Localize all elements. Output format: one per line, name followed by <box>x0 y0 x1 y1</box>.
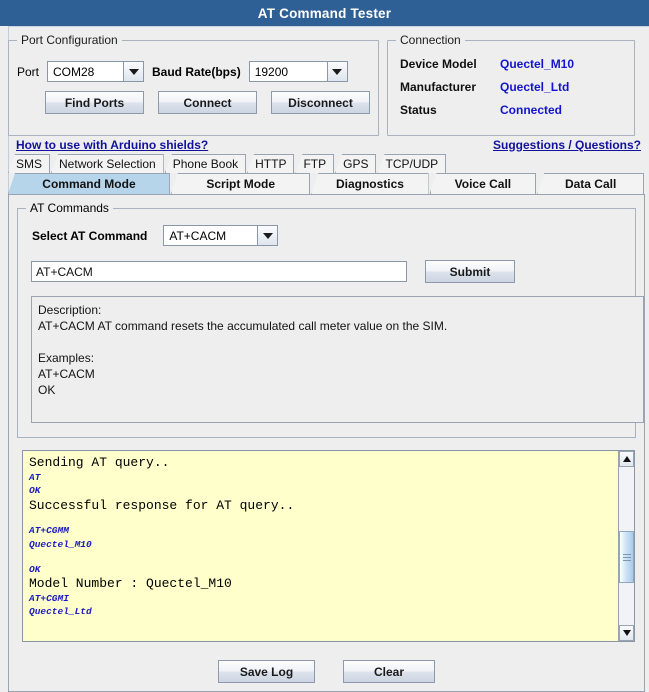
save-log-button[interactable]: Save Log <box>218 660 315 683</box>
log-line: OK <box>29 485 41 497</box>
scroll-up-button[interactable] <box>619 451 634 467</box>
chevron-down-icon <box>332 68 343 75</box>
at-commands-group: AT Commands Select AT Command AT+CACM AT… <box>17 201 644 438</box>
top-area: Port Configuration Port COM28 Baud Rate(… <box>0 27 649 136</box>
port-row: Port COM28 Baud Rate(bps) 19200 <box>17 61 370 82</box>
status-label: Status <box>400 103 437 117</box>
tab-label: TCP/UDP <box>385 157 439 171</box>
log-line: Quectel_Ltd <box>29 606 92 618</box>
baud-rate-select[interactable]: 19200 <box>248 61 348 82</box>
log-line: AT <box>29 471 41 483</box>
port-label: Port <box>17 64 40 79</box>
log-line: OK <box>29 563 41 575</box>
tab-sms[interactable]: SMS <box>8 154 51 173</box>
log-scrollbar[interactable] <box>618 451 634 641</box>
tab-row-primary: Command Mode Script Mode Diagnostics Voice … <box>8 173 645 194</box>
clear-button[interactable]: Clear <box>343 660 435 683</box>
disconnect-button[interactable]: Disconnect <box>271 91 370 114</box>
tab-data-call[interactable]: Data Call <box>537 173 644 194</box>
tab-label: Command Mode <box>42 177 136 191</box>
log-line: Successful response for AT query.. <box>29 497 295 513</box>
connection-panel: Connection Device Model Quectel_M10 Manu… <box>387 33 635 136</box>
find-ports-button[interactable]: Find Ports <box>45 91 144 114</box>
port-buttons-row: Find Ports Connect Disconnect <box>17 91 370 114</box>
log-line: AT+CGMI <box>29 592 69 604</box>
log-line: Model Number : Quectel_M10 <box>29 576 232 592</box>
log-output[interactable]: Sending AT query.. AT OK Successful respons… <box>23 451 618 641</box>
links-row: How to use with Arduino shields? Suggest… <box>0 136 649 153</box>
window-title-bar: AT Command Tester <box>0 0 649 27</box>
log-line: AT+CGMM <box>29 525 69 537</box>
port-select[interactable]: COM28 <box>47 61 145 82</box>
tab-ftp[interactable]: FTP <box>295 154 335 173</box>
device-model-label: Device Model <box>400 57 477 71</box>
tab-label: Script Mode <box>206 177 276 191</box>
footer-buttons: Save Log Clear <box>17 660 636 683</box>
command-input[interactable]: AT+CACM <box>31 261 407 282</box>
at-commands-legend: AT Commands <box>26 201 113 215</box>
port-configuration-panel: Port Configuration Port COM28 Baud Rate(… <box>8 33 379 136</box>
scroll-down-button[interactable] <box>619 625 634 641</box>
log-line: Sending AT query.. <box>29 455 170 470</box>
tab-http[interactable]: HTTP <box>247 154 295 173</box>
tab-label: Voice Call <box>454 177 512 191</box>
tab-label: SMS <box>16 157 43 171</box>
connect-button[interactable]: Connect <box>158 91 257 114</box>
at-command-select-arrow[interactable] <box>257 226 278 245</box>
connection-legend: Connection <box>396 33 465 47</box>
baud-rate-select-arrow[interactable] <box>326 62 347 81</box>
grip-icon <box>622 552 631 563</box>
select-at-command-label: Select AT Command <box>32 228 148 243</box>
arduino-help-link[interactable]: How to use with Arduino shields? <box>16 138 208 153</box>
tabs: SMS Network Selection Phone Book HTTP FTP GPS… <box>0 153 649 194</box>
command-description: Description: AT+CACM AT command resets t… <box>31 296 644 423</box>
manufacturer-label: Manufacturer <box>400 80 477 94</box>
scrollbar-track[interactable] <box>619 467 634 625</box>
tab-tcp-udp[interactable]: TCP/UDP <box>377 154 447 173</box>
chevron-down-icon <box>128 68 139 75</box>
log-panel: Sending AT query.. AT OK Successful respons… <box>22 450 635 642</box>
submit-button[interactable]: Submit <box>425 260 515 283</box>
command-input-row: AT+CACM Submit <box>26 260 627 283</box>
at-command-select-value: AT+CACM <box>164 226 258 245</box>
baud-rate-select-value: 19200 <box>249 62 327 81</box>
tab-gps[interactable]: GPS <box>335 154 377 173</box>
port-select-value: COM28 <box>48 62 124 81</box>
log-line: Quectel_M10 <box>29 538 92 550</box>
tab-label: Diagnostics <box>335 177 404 191</box>
port-select-arrow[interactable] <box>123 62 144 81</box>
tab-label: Data Call <box>564 177 617 191</box>
chevron-down-icon <box>262 232 273 239</box>
tab-voice-call[interactable]: Voice Call <box>429 173 537 194</box>
manufacturer-value: Quectel_Ltd <box>500 80 570 94</box>
tab-label: Phone Book <box>172 157 239 171</box>
port-configuration-legend: Port Configuration <box>17 33 122 47</box>
tab-label: FTP <box>303 157 327 171</box>
tab-label: GPS <box>343 157 369 171</box>
command-mode-panel: AT Commands Select AT Command AT+CACM AT… <box>8 194 645 692</box>
suggestions-link[interactable]: Suggestions / Questions? <box>493 138 641 153</box>
tab-label: HTTP <box>255 157 287 171</box>
tab-phone-book[interactable]: Phone Book <box>164 154 247 173</box>
tab-row-secondary: SMS Network Selection Phone Book HTTP FTP GPS… <box>8 153 645 173</box>
tab-script-mode[interactable]: Script Mode <box>170 173 311 194</box>
tab-diagnostics[interactable]: Diagnostics <box>311 173 429 194</box>
tab-command-mode[interactable]: Command Mode <box>8 173 170 194</box>
scrollbar-thumb[interactable] <box>619 531 634 583</box>
select-command-row: Select AT Command AT+CACM <box>26 225 627 246</box>
device-model-value: Quectel_M10 <box>500 57 575 71</box>
connection-grid: Device Model Quectel_M10 Manufacturer Qu… <box>396 57 626 117</box>
baud-rate-label: Baud Rate(bps) <box>152 64 241 79</box>
page-title: AT Command Tester <box>257 5 392 21</box>
triangle-up-icon <box>622 456 631 462</box>
triangle-down-icon <box>622 630 631 636</box>
status-badge: Connected <box>500 103 563 117</box>
tab-label: Network Selection <box>59 157 156 171</box>
tab-network-selection[interactable]: Network Selection <box>51 154 164 173</box>
at-command-select[interactable]: AT+CACM <box>163 225 279 246</box>
